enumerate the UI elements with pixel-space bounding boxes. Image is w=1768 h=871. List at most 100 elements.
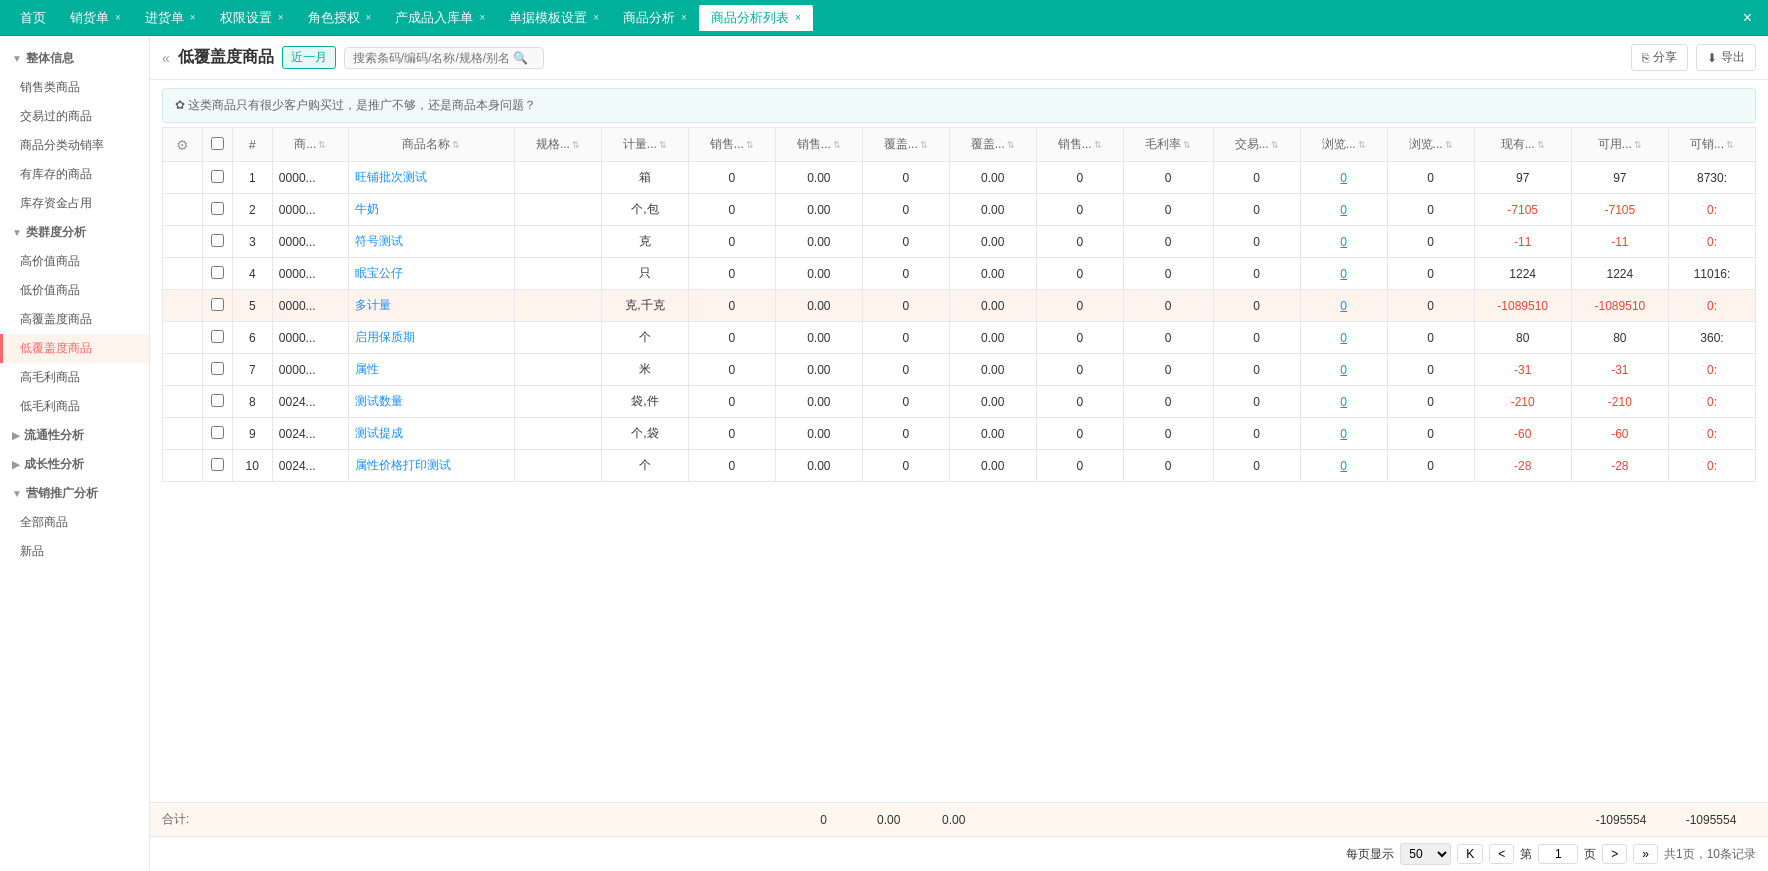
sidebar-item-sales-goods[interactable]: 销售类商品 <box>0 73 149 102</box>
close-sales-icon[interactable]: × <box>115 12 121 23</box>
cell-checkbox[interactable] <box>202 162 232 194</box>
close-products-icon[interactable]: × <box>479 12 485 23</box>
last-page-button[interactable]: » <box>1633 844 1658 864</box>
close-permissions-icon[interactable]: × <box>278 12 284 23</box>
nav-tab-purchase[interactable]: 进货单 × <box>133 5 208 31</box>
sidebar-item-high-profit[interactable]: 高毛利商品 <box>0 363 149 392</box>
cell-checkbox[interactable] <box>202 194 232 226</box>
sidebar-item-all-goods[interactable]: 全部商品 <box>0 508 149 537</box>
cell-checkbox[interactable] <box>202 386 232 418</box>
page-number-input[interactable] <box>1538 844 1578 864</box>
sidebar-item-category-turnover[interactable]: 商品分类动销率 <box>0 131 149 160</box>
col-coverage1[interactable]: 覆盖...⇅ <box>862 128 949 162</box>
share-button[interactable]: ⎘ 分享 <box>1631 44 1688 71</box>
col-transaction[interactable]: 交易...⇅ <box>1213 128 1300 162</box>
sidebar-item-low-profit[interactable]: 低毛利商品 <box>0 392 149 421</box>
col-sales-qty[interactable]: 销售...⇅ <box>688 128 775 162</box>
col-unit[interactable]: 计量...⇅ <box>601 128 688 162</box>
nav-tab-products[interactable]: 产成品入库单 × <box>383 5 497 31</box>
cell-name[interactable]: 眠宝公仔 <box>348 258 514 290</box>
next-page-button[interactable]: > <box>1602 844 1627 864</box>
col-available[interactable]: 可用...⇅ <box>1571 128 1668 162</box>
sidebar-item-high-value[interactable]: 高价值商品 <box>0 247 149 276</box>
cell-browse1[interactable]: 0 <box>1300 290 1387 322</box>
close-analysis-icon[interactable]: × <box>681 12 687 23</box>
row-checkbox[interactable] <box>211 362 224 375</box>
table-wrapper[interactable]: ⚙ # 商...⇅ 商品名称⇅ 规格...⇅ 计量...⇅ 销售...⇅ 销售.… <box>150 127 1768 802</box>
sidebar-group-overall[interactable]: ▼ 整体信息 <box>0 44 149 73</box>
cell-browse1[interactable]: 0 <box>1300 194 1387 226</box>
close-templates-icon[interactable]: × <box>593 12 599 23</box>
cell-browse1[interactable]: 0 <box>1300 354 1387 386</box>
cell-checkbox[interactable] <box>202 354 232 386</box>
nav-tab-home[interactable]: 首页 <box>8 5 58 31</box>
close-roles-icon[interactable]: × <box>366 12 372 23</box>
row-checkbox[interactable] <box>211 330 224 343</box>
cell-checkbox[interactable] <box>202 322 232 354</box>
first-page-button[interactable]: K <box>1457 844 1483 864</box>
cell-name[interactable]: 多计量 <box>348 290 514 322</box>
sidebar-group-circulation[interactable]: ▶ 流通性分析 <box>0 421 149 450</box>
col-settings[interactable]: ⚙ <box>163 128 203 162</box>
col-gross-margin[interactable]: 毛利率⇅ <box>1123 128 1213 162</box>
sidebar-group-marketing[interactable]: ▼ 营销推广分析 <box>0 479 149 508</box>
col-sales-amount[interactable]: 销售...⇅ <box>775 128 862 162</box>
filter-tag-recent-month[interactable]: 近一月 <box>282 46 336 69</box>
row-checkbox[interactable] <box>211 298 224 311</box>
cell-name[interactable]: 测试提成 <box>348 418 514 450</box>
cell-browse1[interactable]: 0 <box>1300 322 1387 354</box>
row-checkbox[interactable] <box>211 426 224 439</box>
nav-tab-templates[interactable]: 单据模板设置 × <box>497 5 611 31</box>
cell-checkbox[interactable] <box>202 450 232 482</box>
sidebar-item-low-value[interactable]: 低价值商品 <box>0 276 149 305</box>
nav-tab-permissions[interactable]: 权限设置 × <box>208 5 296 31</box>
search-input[interactable] <box>353 51 513 65</box>
export-button[interactable]: ⬇ 导出 <box>1696 44 1756 71</box>
col-sales-detail[interactable]: 销售...⇅ <box>1036 128 1123 162</box>
cell-checkbox[interactable] <box>202 226 232 258</box>
col-spec[interactable]: 规格...⇅ <box>514 128 601 162</box>
page-size-select[interactable]: 50 20 100 <box>1400 843 1451 865</box>
cell-checkbox[interactable] <box>202 258 232 290</box>
cell-name[interactable]: 属性 <box>348 354 514 386</box>
prev-page-button[interactable]: < <box>1489 844 1514 864</box>
row-checkbox[interactable] <box>211 394 224 407</box>
row-checkbox[interactable] <box>211 458 224 471</box>
col-name[interactable]: 商品名称⇅ <box>348 128 514 162</box>
nav-tab-analysis-list[interactable]: 商品分析列表 × <box>699 5 813 31</box>
cell-checkbox[interactable] <box>202 290 232 322</box>
select-all-checkbox[interactable] <box>211 137 224 150</box>
col-saleable[interactable]: 可销...⇅ <box>1668 128 1755 162</box>
cell-checkbox[interactable] <box>202 418 232 450</box>
cell-name[interactable]: 测试数量 <box>348 386 514 418</box>
nav-tab-roles[interactable]: 角色授权 × <box>296 5 384 31</box>
row-checkbox[interactable] <box>211 266 224 279</box>
settings-gear-icon[interactable]: ⚙ <box>176 137 189 153</box>
sidebar-item-in-stock[interactable]: 有库存的商品 <box>0 160 149 189</box>
row-checkbox[interactable] <box>211 170 224 183</box>
sidebar-group-growth[interactable]: ▶ 成长性分析 <box>0 450 149 479</box>
cell-browse1[interactable]: 0 <box>1300 386 1387 418</box>
col-current[interactable]: 现有...⇅ <box>1474 128 1571 162</box>
col-coverage2[interactable]: 覆盖...⇅ <box>949 128 1036 162</box>
row-checkbox[interactable] <box>211 202 224 215</box>
cell-name[interactable]: 牛奶 <box>348 194 514 226</box>
cell-browse1[interactable]: 0 <box>1300 258 1387 290</box>
cell-browse1[interactable]: 0 <box>1300 162 1387 194</box>
sidebar-item-capital[interactable]: 库存资金占用 <box>0 189 149 218</box>
row-checkbox[interactable] <box>211 234 224 247</box>
sidebar-collapse-btn[interactable]: « <box>162 50 170 66</box>
search-icon[interactable]: 🔍 <box>513 51 528 65</box>
nav-tab-sales[interactable]: 销货单 × <box>58 5 133 31</box>
sidebar-item-new-goods[interactable]: 新品 <box>0 537 149 566</box>
sidebar-item-traded-goods[interactable]: 交易过的商品 <box>0 102 149 131</box>
cell-name[interactable]: 启用保质期 <box>348 322 514 354</box>
col-browse2[interactable]: 浏览...⇅ <box>1387 128 1474 162</box>
col-browse1[interactable]: 浏览...⇅ <box>1300 128 1387 162</box>
close-purchase-icon[interactable]: × <box>190 12 196 23</box>
cell-browse1[interactable]: 0 <box>1300 450 1387 482</box>
cell-name[interactable]: 旺铺批次测试 <box>348 162 514 194</box>
cell-browse1[interactable]: 0 <box>1300 226 1387 258</box>
nav-tab-analysis[interactable]: 商品分析 × <box>611 5 699 31</box>
sidebar-group-cluster[interactable]: ▼ 类群度分析 <box>0 218 149 247</box>
